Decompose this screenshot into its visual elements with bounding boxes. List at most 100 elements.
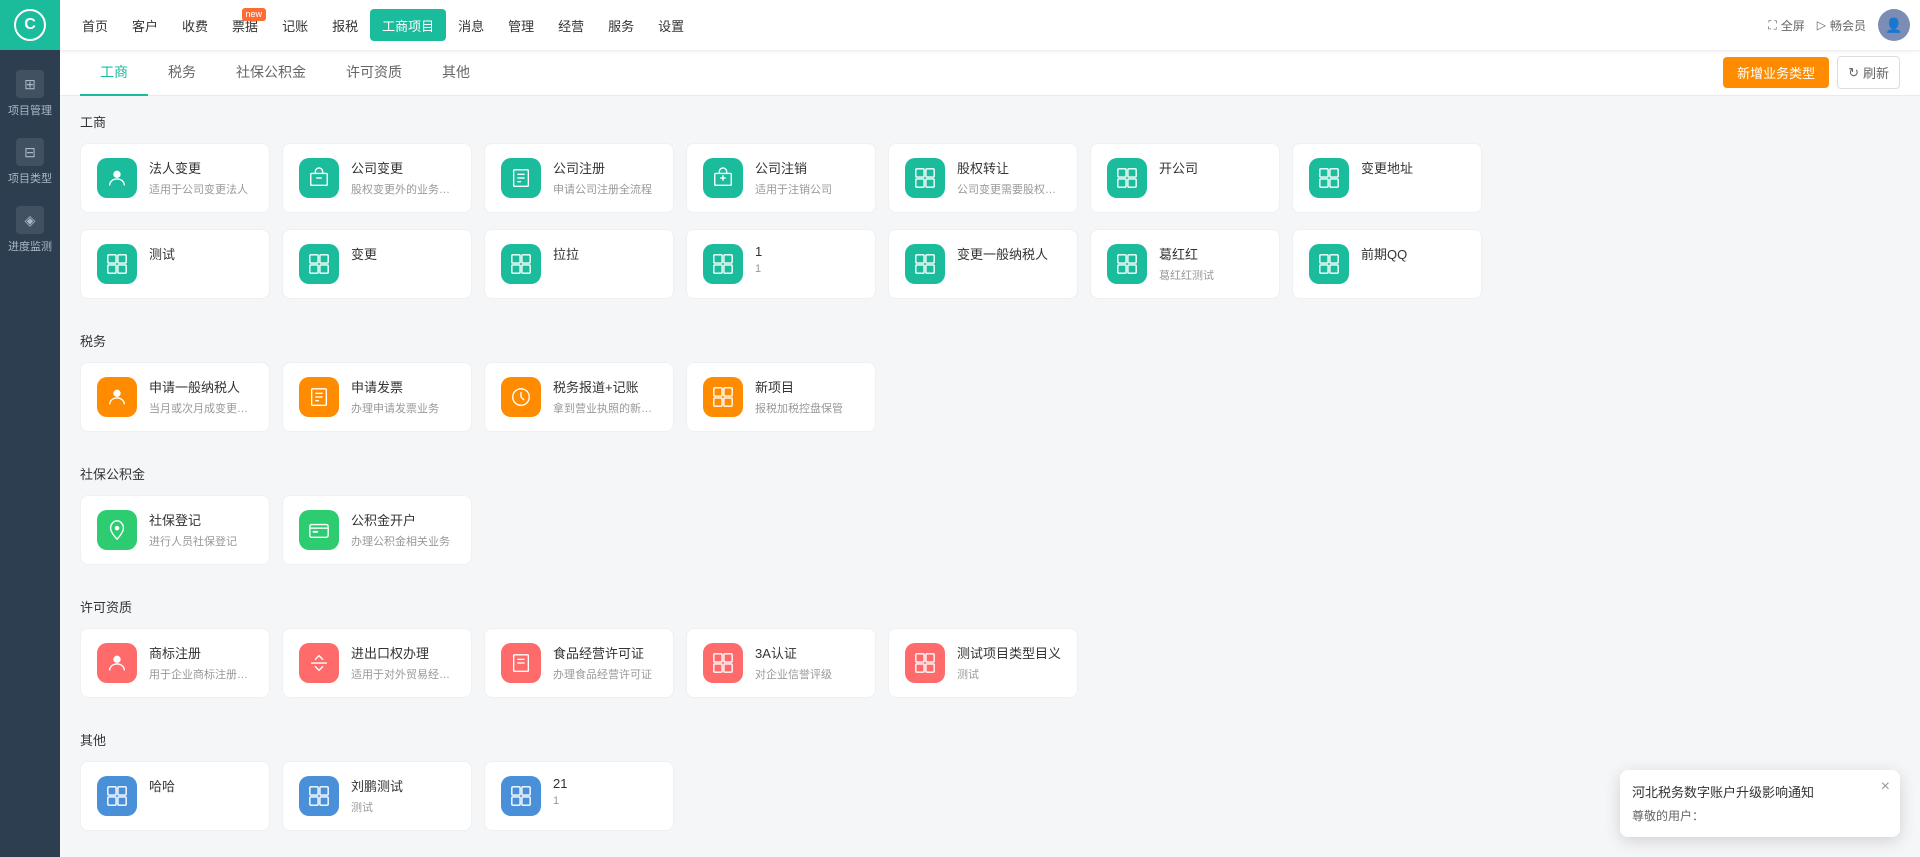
nav-home[interactable]: 首页 (70, 0, 120, 50)
card-text-open-company: 开公司 (1159, 158, 1263, 181)
social-fund-cards-grid: 社保登记 进行人员社保登记 公积金开户 办理公积金相关业务 (80, 495, 1900, 565)
user-avatar[interactable]: 👤 (1878, 9, 1910, 41)
card-icon-apply-taxpayer (97, 377, 137, 417)
subnav-tab-license[interactable]: 许可资质 (326, 50, 422, 96)
card-new-project[interactable]: 新项目 报税加税控盘保管 (686, 362, 876, 432)
card-open-company[interactable]: 开公司 (1090, 143, 1280, 213)
card-food-license[interactable]: 食品经营许可证 办理食品经营许可证 (484, 628, 674, 698)
card-icon-one (703, 244, 743, 284)
card-text-change-address: 变更地址 (1361, 158, 1465, 181)
card-company-register[interactable]: 公司注册 申请公司注册全流程 (484, 143, 674, 213)
card-import-export[interactable]: 进出口权办理 适用于对外贸易经营者 (282, 628, 472, 698)
card-icon-liupeng-test (299, 776, 339, 816)
nav-settings[interactable]: 设置 (646, 0, 696, 50)
subnav-tab-tax[interactable]: 税务 (148, 50, 216, 96)
card-lala[interactable]: 拉拉 (484, 229, 674, 299)
card-text-twenty-one: 21 1 (553, 776, 657, 807)
card-change[interactable]: 变更 (282, 229, 472, 299)
nav-billing[interactable]: 收费 (170, 0, 220, 50)
card-icon-tax-report-accounting (501, 377, 541, 417)
vip-btn[interactable]: ▷ 畅会员 (1817, 17, 1866, 34)
card-text-pre-qq: 前期QQ (1361, 244, 1465, 267)
card-text-social-register: 社保登记 进行人员社保登记 (149, 510, 253, 549)
nav-industry[interactable]: 工商项目 (370, 9, 446, 41)
card-icon-equity-transfer (905, 158, 945, 198)
nav-accounting[interactable]: 记账 (270, 0, 320, 50)
card-icon-haha (97, 776, 137, 816)
card-text-import-export: 进出口权办理 适用于对外贸易经营者 (351, 643, 455, 682)
card-icon-open-company (1107, 158, 1147, 198)
card-icon-new-project (703, 377, 743, 417)
card-icon-food-license (501, 643, 541, 683)
card-twenty-one[interactable]: 21 1 (484, 761, 674, 831)
card-icon-test (97, 244, 137, 284)
industry-cards-grid: 法人变更 适用于公司变更法人 公司变更 股权变更外的业务变更 (80, 143, 1900, 213)
card-test[interactable]: 测试 (80, 229, 270, 299)
card-company-cancel[interactable]: 公司注销 适用于注销公司 (686, 143, 876, 213)
card-icon-change-taxpayer (905, 244, 945, 284)
card-trademark[interactable]: 商标注册 用于企业商标注册服务 (80, 628, 270, 698)
card-test-project-type[interactable]: 测试项目类型目义 测试 (888, 628, 1078, 698)
nav-invoice[interactable]: 票据 new (220, 0, 270, 50)
notification-close-button[interactable]: × (1881, 778, 1890, 796)
card-text-3a-cert: 3A认证 对企业信誉评级 (755, 643, 859, 682)
card-ge-honghong[interactable]: 葛红红 葛红红测试 (1090, 229, 1280, 299)
card-tax-report-accounting[interactable]: 税务报道+记账 拿到营业执照的新公司 (484, 362, 674, 432)
subnav-tab-industry[interactable]: 工商 (80, 50, 148, 96)
card-icon-fund-account (299, 510, 339, 550)
card-icon-import-export (299, 643, 339, 683)
card-text-food-license: 食品经营许可证 办理食品经营许可证 (553, 643, 657, 682)
card-apply-invoice[interactable]: 申请发票 办理申请发票业务 (282, 362, 472, 432)
vip-icon: ▷ (1817, 18, 1826, 32)
card-change-taxpayer[interactable]: 变更一般纳税人 (888, 229, 1078, 299)
industry-section: 工商 法人变更 适用于公司变更法人 (60, 96, 1920, 299)
card-fund-account[interactable]: 公积金开户 办理公积金相关业务 (282, 495, 472, 565)
card-haha[interactable]: 哈哈 (80, 761, 270, 831)
card-change-address[interactable]: 变更地址 (1292, 143, 1482, 213)
sidebar-label-project-type: 项目类型 (8, 170, 52, 186)
nav-management[interactable]: 管理 (496, 0, 546, 50)
nav-tax[interactable]: 报税 (320, 0, 370, 50)
card-icon-social-register (97, 510, 137, 550)
sidebar-logo[interactable]: C (0, 0, 60, 50)
card-icon-change-address (1309, 158, 1349, 198)
card-text-test-project-type: 测试项目类型目义 测试 (957, 643, 1061, 682)
topnav-right: ⛶ 全屏 ▷ 畅会员 👤 (1768, 9, 1910, 41)
subnav-actions: 新增业务类型 ↻ 刷新 (1723, 56, 1900, 89)
refresh-button[interactable]: ↻ 刷新 (1837, 56, 1900, 89)
sidebar-item-project-type[interactable]: ⊟ 项目类型 (0, 128, 60, 196)
card-liupeng-test[interactable]: 刘鹏测试 测试 (282, 761, 472, 831)
social-fund-section-title: 社保公积金 (80, 464, 1900, 483)
nav-customer[interactable]: 客户 (120, 0, 170, 50)
fullscreen-btn[interactable]: ⛶ 全屏 (1768, 17, 1804, 34)
card-icon-company-cancel (703, 158, 743, 198)
notification-body: 尊敬的用户： (1632, 807, 1888, 825)
nav-operation[interactable]: 经营 (546, 0, 596, 50)
card-legal-change[interactable]: 法人变更 适用于公司变更法人 (80, 143, 270, 213)
fullscreen-icon: ⛶ (1768, 18, 1776, 33)
sidebar-item-progress-monitor[interactable]: ◈ 进度监测 (0, 196, 60, 264)
content-area: 工商 税务 社保公积金 许可资质 其他 新增业务类型 ↻ (60, 50, 1920, 857)
card-one[interactable]: 1 1 (686, 229, 876, 299)
card-text-lala: 拉拉 (553, 244, 657, 267)
card-equity-transfer[interactable]: 股权转让 公司变更需要股权转让 (888, 143, 1078, 213)
card-icon-company-change (299, 158, 339, 198)
main-wrapper: 首页 客户 收费 票据 new 记账 报税 工商项目 消息 管理 经营 (60, 0, 1920, 857)
sidebar: C ⊞ 项目管理 ⊟ 项目类型 ◈ 进度监测 (0, 0, 60, 857)
nav-message[interactable]: 消息 (446, 0, 496, 50)
card-pre-qq[interactable]: 前期QQ (1292, 229, 1482, 299)
nav-service[interactable]: 服务 (596, 0, 646, 50)
add-business-type-button[interactable]: 新增业务类型 (1723, 57, 1829, 88)
subnav-tab-other[interactable]: 其他 (422, 50, 490, 96)
subnav-tab-social-fund[interactable]: 社保公积金 (216, 50, 326, 96)
sidebar-item-project-mgmt[interactable]: ⊞ 项目管理 (0, 60, 60, 128)
card-company-change[interactable]: 公司变更 股权变更外的业务变更 (282, 143, 472, 213)
card-text-equity-transfer: 股权转让 公司变更需要股权转让 (957, 158, 1061, 197)
card-text-liupeng-test: 刘鹏测试 测试 (351, 776, 455, 815)
card-apply-taxpayer[interactable]: 申请一般纳税人 当月或次月成变更完成 (80, 362, 270, 432)
card-text-new-project: 新项目 报税加税控盘保管 (755, 377, 859, 416)
card-text-test: 测试 (149, 244, 253, 267)
card-icon-twenty-one (501, 776, 541, 816)
card-social-register[interactable]: 社保登记 进行人员社保登记 (80, 495, 270, 565)
card-3a-cert[interactable]: 3A认证 对企业信誉评级 (686, 628, 876, 698)
